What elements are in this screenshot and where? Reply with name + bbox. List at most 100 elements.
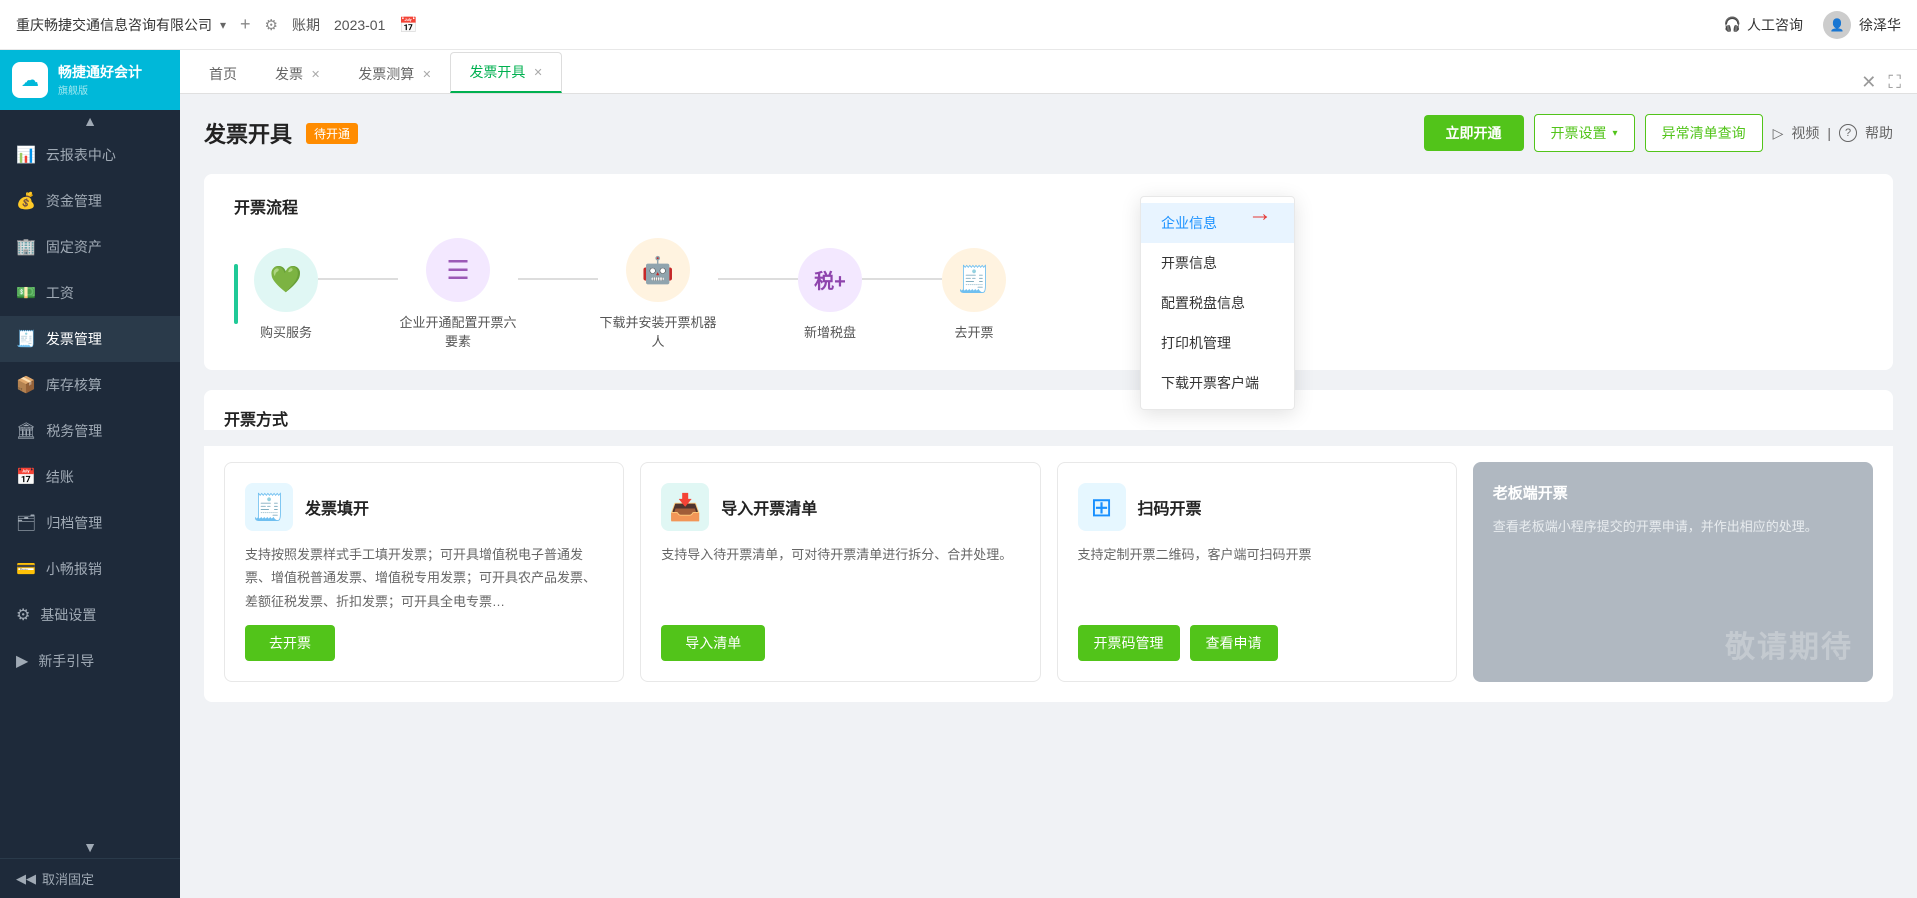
method-card-qr: ⊞ 扫码开票 支持定制开票二维码，客户端可扫码开票 开票码管理 查看申请 [1057,462,1457,682]
fill-title: 发票填开 [305,495,369,519]
sidebar-item-expense[interactable]: 💳 小畅报销 [0,546,180,592]
sidebar-item-label: 基础设置 [40,605,96,625]
logo-icon: ☁ [12,62,48,98]
logo-sub: 旗舰版 [58,82,142,97]
sidebar-item-label: 工资 [46,283,74,303]
sidebar-item-funds[interactable]: 💰 资金管理 [0,178,180,224]
flow-section: 开票流程 💚 购买服务 ☰ [204,174,1893,370]
fill-icon: 🧾 [245,483,293,531]
owner-title: 老板端开票 [1493,482,1568,503]
tab-invoice[interactable]: 发票 ✕ [256,54,339,93]
qr-icon: ⊞ [1078,483,1126,531]
sidebar-item-basic-settings[interactable]: ⚙ 基础设置 [0,592,180,638]
consult-button[interactable]: 🎧 人工咨询 [1724,15,1803,35]
settings-button-label: 开票设置 [1551,123,1607,143]
tab-invoice-calc[interactable]: 发票测算 ✕ [339,54,450,93]
sidebar-scroll-up[interactable]: ▲ [0,110,180,132]
method-card-fill: 🧾 发票填开 支持按照发票样式手工填开发票；可开具增值税电子普通发票、增值税普通… [224,462,624,682]
tab-calc-close[interactable]: ✕ [422,68,431,81]
settings-icon[interactable]: ⚙ [265,16,278,34]
methods-title: 开票方式 [204,390,1893,430]
sidebar-item-tax[interactable]: 🏛 税务管理 [0,408,180,454]
flow-step-2: 🤖 下载并安装开票机器人 [598,238,718,350]
step-4-label: 去开票 [954,322,993,341]
step-4-icon: 🧾 [958,264,990,295]
play-icon[interactable]: ▷ [1773,125,1784,142]
activate-button[interactable]: 立即开通 [1424,115,1524,151]
tax-icon: 🏛 [16,421,36,441]
sidebar-item-label: 固定资产 [46,237,102,257]
method-card-owner: 老板端开票 查看老板端小程序提交的开票申请，并作出相应的处理。 敬请期待 [1473,462,1873,682]
tab-home[interactable]: 首页 [190,54,256,93]
sidebar-item-beginner[interactable]: ▶ 新手引导 [0,638,180,684]
import-list-button[interactable]: 导入清单 [661,625,765,661]
fixed-assets-icon: 🏢 [16,237,36,257]
consult-label: 人工咨询 [1747,15,1803,35]
sidebar-item-archive[interactable]: 🗂 归档管理 [0,500,180,546]
dropdown-item-download[interactable]: 下载开票客户端 [1141,363,1294,403]
flow-step-4: 🧾 去开票 [942,248,1006,341]
step-0-icon: 💚 [270,264,302,295]
sidebar-item-label: 归档管理 [46,513,102,533]
sidebar-item-cloud-reports[interactable]: 📊 云报表中心 [0,132,180,178]
sidebar-item-invoice-mgmt[interactable]: 🧾 发票管理 [0,316,180,362]
company-name: 重庆畅捷交通信息咨询有限公司 [16,15,212,35]
fill-desc: 支持按照发票样式手工填开发票；可开具增值税电子普通发票、增值税普通发票、增值税专… [245,543,603,613]
owner-overlay-text: 敬请期待 [1725,622,1853,666]
sidebar-item-fixed-assets[interactable]: 🏢 固定资产 [0,224,180,270]
page-content: 发票开具 待开通 立即开通 开票设置 ▾ 异常清单查询 ▷ 视频 [180,94,1917,898]
flow-step-1: ☰ 企业开通配置开票六要素 [398,238,518,350]
help-label[interactable]: 帮助 [1865,123,1893,143]
user-name: 徐泽华 [1859,15,1901,35]
fill-go-button[interactable]: 去开票 [245,625,335,661]
import-icon: 📥 [661,483,709,531]
sidebar-item-label: 结账 [46,467,74,487]
content-area: 首页 发票 ✕ 发票测算 ✕ 发票开具 ✕ ✕ ⛶ [180,50,1917,898]
tab-issue-close[interactable]: ✕ [533,66,542,79]
sidebar-unpin-button[interactable]: ◀◀ 取消固定 [0,858,180,898]
tab-invoice-close[interactable]: ✕ [311,68,320,81]
dropdown-item-printer[interactable]: 打印机管理 [1141,323,1294,363]
payroll-icon: 💵 [16,283,36,303]
settings-dropdown-button[interactable]: 开票设置 ▾ [1534,114,1635,152]
exception-button[interactable]: 异常清单查询 [1645,114,1763,152]
tab-invoice-issue[interactable]: 发票开具 ✕ [450,52,561,93]
sidebar-logo: ☁ 畅捷通好会计 旗舰版 [0,50,180,110]
step-1-label: 企业开通配置开票六要素 [398,312,518,350]
sidebar-item-payroll[interactable]: 💵 工资 [0,270,180,316]
sidebar-item-label: 小畅报销 [46,559,102,579]
qr-view-button[interactable]: 查看申请 [1190,625,1278,661]
help-icon: ? [1839,124,1857,142]
video-label[interactable]: 视频 [1791,123,1819,143]
company-chevron-icon: ▾ [220,18,226,32]
add-tab-button[interactable]: + [240,14,251,35]
dropdown-item-tax-config[interactable]: 配置税盘信息 [1141,283,1294,323]
status-badge: 待开通 [306,123,358,144]
tab-fullscreen-button[interactable]: ⛶ [1888,72,1901,93]
sidebar-item-label: 资金管理 [46,191,102,211]
headphone-icon: 🎧 [1724,16,1741,33]
calendar-icon[interactable]: 📅 [399,16,418,34]
cloud-reports-icon: 📊 [16,145,36,165]
step-1-icon: ☰ [446,255,469,286]
inventory-icon: 📦 [16,375,36,395]
import-title: 导入开票清单 [721,495,817,519]
sidebar: ☁ 畅捷通好会计 旗舰版 ▲ 📊 云报表中心 💰 资金管理 🏢 固定资产 � [0,50,180,898]
basic-settings-icon: ⚙ [16,605,30,625]
step-3-icon: 税+ [814,265,846,294]
account-period-value: 2023-01 [334,17,385,33]
dropdown-item-invoice-info[interactable]: 开票信息 [1141,243,1294,283]
qr-manage-button[interactable]: 开票码管理 [1078,625,1180,661]
flow-step-3: 税+ 新增税盘 [798,248,862,341]
sidebar-item-closeout[interactable]: 📅 结账 [0,454,180,500]
user-menu[interactable]: 👤 徐泽华 [1823,11,1901,39]
sidebar-scroll-down[interactable]: ▼ [0,836,180,858]
sidebar-item-label: 新手引导 [38,651,94,671]
tab-close-button[interactable]: ✕ [1861,72,1876,93]
expense-icon: 💳 [16,559,36,579]
flow-title: 开票流程 [234,194,1863,218]
qr-title: 扫码开票 [1138,495,1202,519]
company-select[interactable]: 重庆畅捷交通信息咨询有限公司 ▾ [16,15,226,35]
sidebar-item-label: 发票管理 [46,329,102,349]
sidebar-item-inventory[interactable]: 📦 库存核算 [0,362,180,408]
